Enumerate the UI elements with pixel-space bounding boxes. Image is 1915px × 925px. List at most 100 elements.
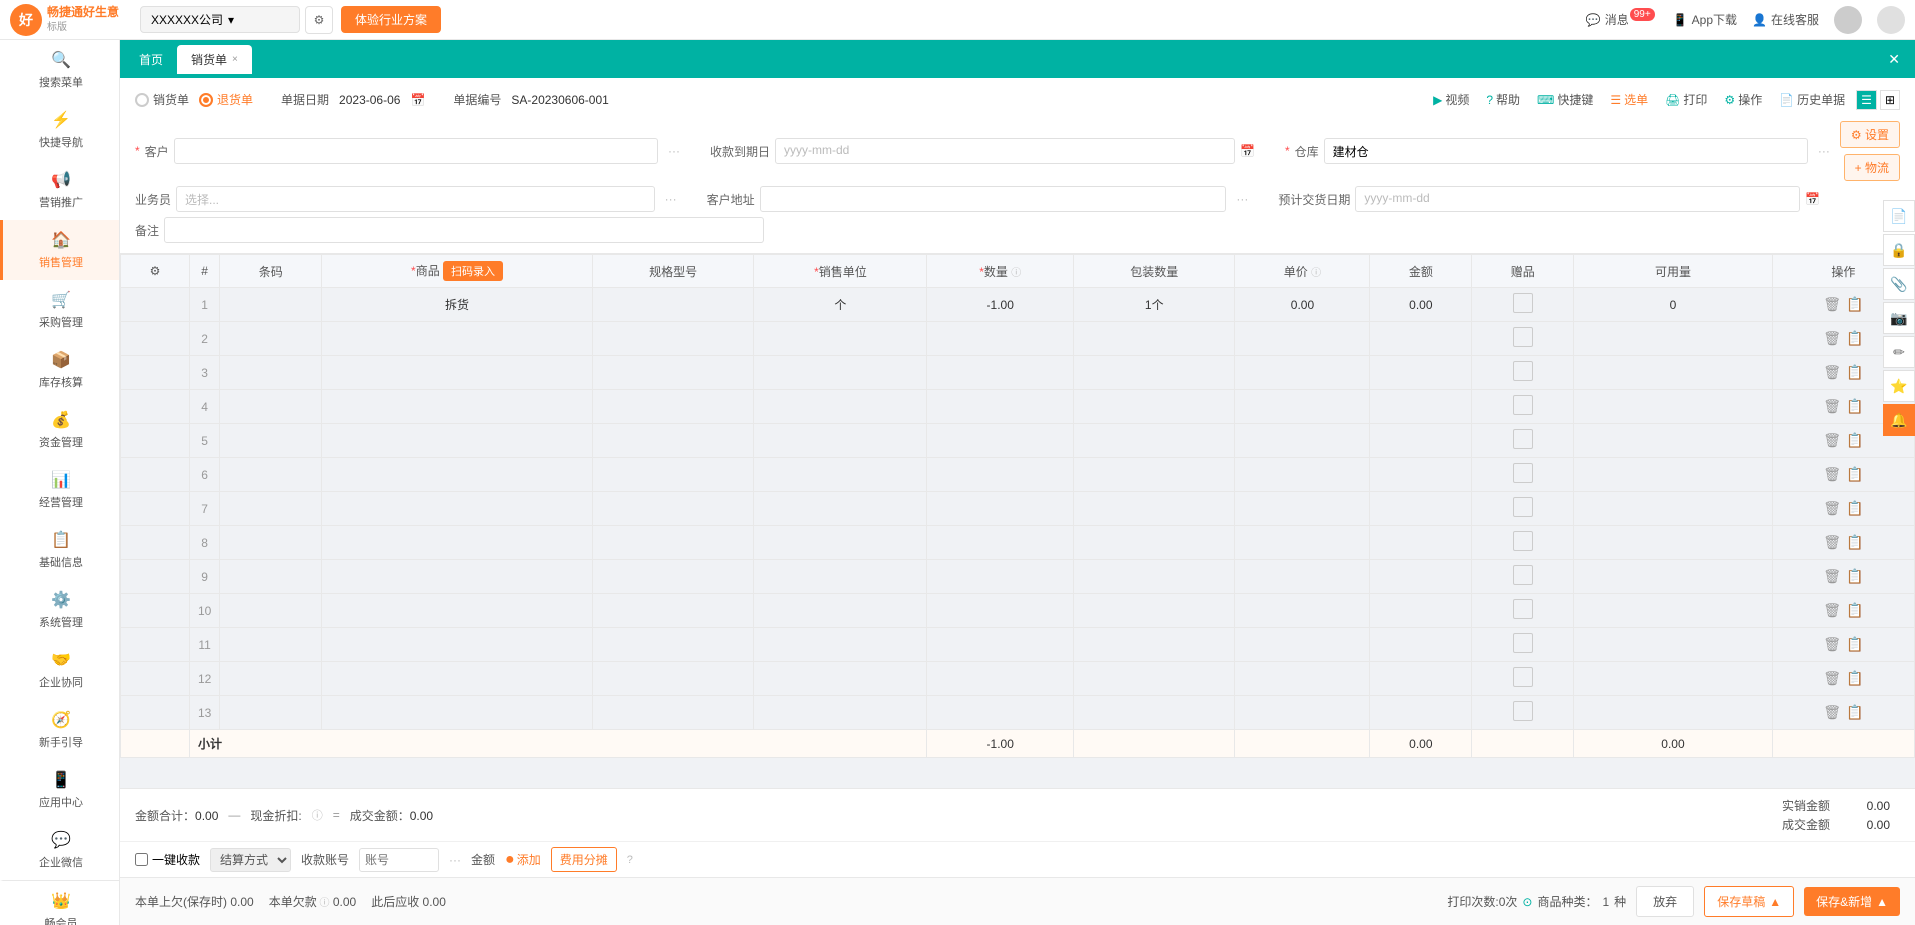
customer-address-input[interactable] xyxy=(760,186,1227,212)
app-download-button[interactable]: 📱 App下载 xyxy=(1673,11,1737,28)
row1-product[interactable]: 拆货 xyxy=(322,288,593,322)
discard-button[interactable]: 放弃 xyxy=(1636,886,1694,917)
date-calendar-icon[interactable]: 📅 xyxy=(410,93,425,107)
row8-gift-checkbox[interactable] xyxy=(1513,531,1533,551)
sidebar-item-sales[interactable]: 🏠 销售管理 xyxy=(0,220,119,280)
row7-gift-checkbox[interactable] xyxy=(1513,497,1533,517)
remarks-input[interactable] xyxy=(164,217,764,243)
help-btn[interactable]: ?帮助 xyxy=(1480,88,1526,111)
row7-copy-icon[interactable]: 📋 xyxy=(1846,500,1863,517)
sidebar-item-finance[interactable]: 💰 资金管理 xyxy=(0,400,119,460)
user-avatar[interactable] xyxy=(1834,6,1862,34)
float-btn-7[interactable]: 🔔 xyxy=(1883,404,1915,436)
trial-button[interactable]: 体验行业方案 xyxy=(341,6,441,33)
payment-checkbox[interactable] xyxy=(135,853,148,866)
sidebar-item-marketing[interactable]: 📢 营销推广 xyxy=(0,160,119,220)
radio-return-order[interactable]: 退货单 xyxy=(199,91,253,108)
row8-delete-icon[interactable]: 🗑 xyxy=(1823,534,1841,551)
row12-delete-icon[interactable]: 🗑 xyxy=(1823,670,1841,687)
row7-delete-icon[interactable]: 🗑 xyxy=(1823,500,1841,517)
salesman-input[interactable]: 选择... xyxy=(176,186,655,212)
online-service-button[interactable]: 👤 在线客服 xyxy=(1752,11,1819,28)
row1-qty[interactable]: -1.00 xyxy=(927,288,1074,322)
tab-sales-order[interactable]: 销货单 × xyxy=(177,45,252,74)
sidebar-item-guide[interactable]: 🧭 新手引导 xyxy=(0,700,119,760)
row1-spec[interactable] xyxy=(592,288,753,322)
sidebar-item-inventory[interactable]: 📦 库存核算 xyxy=(0,340,119,400)
sidebar-item-member[interactable]: 👑 畅会员 xyxy=(0,880,119,925)
expected-date-input[interactable]: yyyy-mm-dd xyxy=(1355,186,1800,212)
row9-gift-checkbox[interactable] xyxy=(1513,565,1533,585)
float-btn-1[interactable]: 📄 xyxy=(1883,200,1915,232)
one-click-payment-checkbox[interactable]: 一键收款 xyxy=(135,851,200,868)
settlement-method-select[interactable]: 结算方式 xyxy=(210,848,291,872)
row11-delete-icon[interactable]: 🗑 xyxy=(1823,636,1841,653)
row13-gift-checkbox[interactable] xyxy=(1513,701,1533,721)
row1-amount[interactable]: 0.00 xyxy=(1370,288,1472,322)
sidebar-item-quick-nav[interactable]: ⚡ 快捷导航 xyxy=(0,100,119,160)
row1-delete-icon[interactable]: 🗑 xyxy=(1823,296,1841,313)
dots-icon[interactable]: ··· xyxy=(449,853,461,867)
row9-copy-icon[interactable]: 📋 xyxy=(1846,568,1863,585)
row4-delete-icon[interactable]: 🗑 xyxy=(1823,398,1841,415)
sidebar-item-search-order[interactable]: 🔍 搜索菜单 xyxy=(0,40,119,100)
sidebar-item-app-center[interactable]: 📱 应用中心 xyxy=(0,760,119,820)
row10-delete-icon[interactable]: 🗑 xyxy=(1823,602,1841,619)
row9-delete-icon[interactable]: 🗑 xyxy=(1823,568,1841,585)
operation-btn[interactable]: ⚙操作 xyxy=(1718,88,1768,111)
grid-view-icon[interactable]: ⊞ xyxy=(1880,90,1900,110)
float-btn-2[interactable]: 🔒 xyxy=(1883,234,1915,266)
address-dots[interactable]: ··· xyxy=(1236,192,1248,206)
row2-copy-icon[interactable]: 📋 xyxy=(1846,330,1863,347)
user-avatar2[interactable] xyxy=(1877,6,1905,34)
row1-price[interactable]: 0.00 xyxy=(1235,288,1370,322)
row5-copy-icon[interactable]: 📋 xyxy=(1846,432,1863,449)
row1-gift[interactable] xyxy=(1472,288,1574,322)
scan-button[interactable]: 扫码录入 xyxy=(443,261,503,281)
video-btn[interactable]: ▶视频 xyxy=(1427,88,1475,111)
float-btn-5[interactable]: ✏ xyxy=(1883,336,1915,368)
discount-info-icon[interactable]: ⓘ xyxy=(312,807,323,823)
row2-delete-icon[interactable]: 🗑 xyxy=(1823,330,1841,347)
expected-calendar-icon[interactable]: 📅 xyxy=(1805,192,1820,206)
expense-info-icon[interactable]: ? xyxy=(627,854,633,866)
sidebar-item-enterprise[interactable]: 🤝 企业协同 xyxy=(0,640,119,700)
row11-gift-checkbox[interactable] xyxy=(1513,633,1533,653)
row2-gift-checkbox[interactable] xyxy=(1513,327,1533,347)
radio-sales-order[interactable]: 销货单 xyxy=(135,91,189,108)
float-btn-6[interactable]: ⭐ xyxy=(1883,370,1915,402)
list-view-icon[interactable]: ☰ xyxy=(1856,90,1877,110)
row5-delete-icon[interactable]: 🗑 xyxy=(1823,432,1841,449)
row4-gift-checkbox[interactable] xyxy=(1513,395,1533,415)
row12-gift-checkbox[interactable] xyxy=(1513,667,1533,687)
customer-input[interactable] xyxy=(174,138,658,164)
print-btn[interactable]: 🖨打印 xyxy=(1659,88,1713,111)
close-all-icon[interactable]: ✕ xyxy=(1888,51,1910,68)
col-settings[interactable]: ⚙ xyxy=(121,255,190,288)
row6-gift-checkbox[interactable] xyxy=(1513,463,1533,483)
history-btn[interactable]: 📄历史单据 xyxy=(1773,88,1851,111)
row12-copy-icon[interactable]: 📋 xyxy=(1846,670,1863,687)
row13-delete-icon[interactable]: 🗑 xyxy=(1823,704,1841,721)
payment-date-input[interactable]: yyyy-mm-dd xyxy=(775,138,1235,164)
add-button[interactable]: ● 添加 xyxy=(505,851,541,869)
float-btn-3[interactable]: 📎 xyxy=(1883,268,1915,300)
row6-delete-icon[interactable]: 🗑 xyxy=(1823,466,1841,483)
tab-close-icon[interactable]: × xyxy=(232,54,238,65)
select-btn[interactable]: ☰选单 xyxy=(1604,88,1654,111)
sidebar-item-basic-info[interactable]: 📋 基础信息 xyxy=(0,520,119,580)
warehouse-dots[interactable]: ··· xyxy=(1818,144,1830,158)
row3-copy-icon[interactable]: 📋 xyxy=(1846,364,1863,381)
expense-split-button[interactable]: 费用分摊 xyxy=(551,847,617,872)
float-btn-4[interactable]: 📷 xyxy=(1883,302,1915,334)
sidebar-item-purchase[interactable]: 🛒 采购管理 xyxy=(0,280,119,340)
payment-calendar-icon[interactable]: 📅 xyxy=(1240,144,1255,158)
sidebar-item-operations[interactable]: 📊 经营管理 xyxy=(0,460,119,520)
logistics-button[interactable]: + 物流 xyxy=(1844,154,1900,181)
row6-copy-icon[interactable]: 📋 xyxy=(1846,466,1863,483)
row1-pack-qty[interactable]: 1个 xyxy=(1074,288,1235,322)
account-input[interactable] xyxy=(359,848,439,872)
warehouse-input[interactable]: 建材仓 xyxy=(1324,138,1808,164)
row11-copy-icon[interactable]: 📋 xyxy=(1846,636,1863,653)
company-selector[interactable]: XXXXXX公司 ▾ xyxy=(140,6,300,33)
